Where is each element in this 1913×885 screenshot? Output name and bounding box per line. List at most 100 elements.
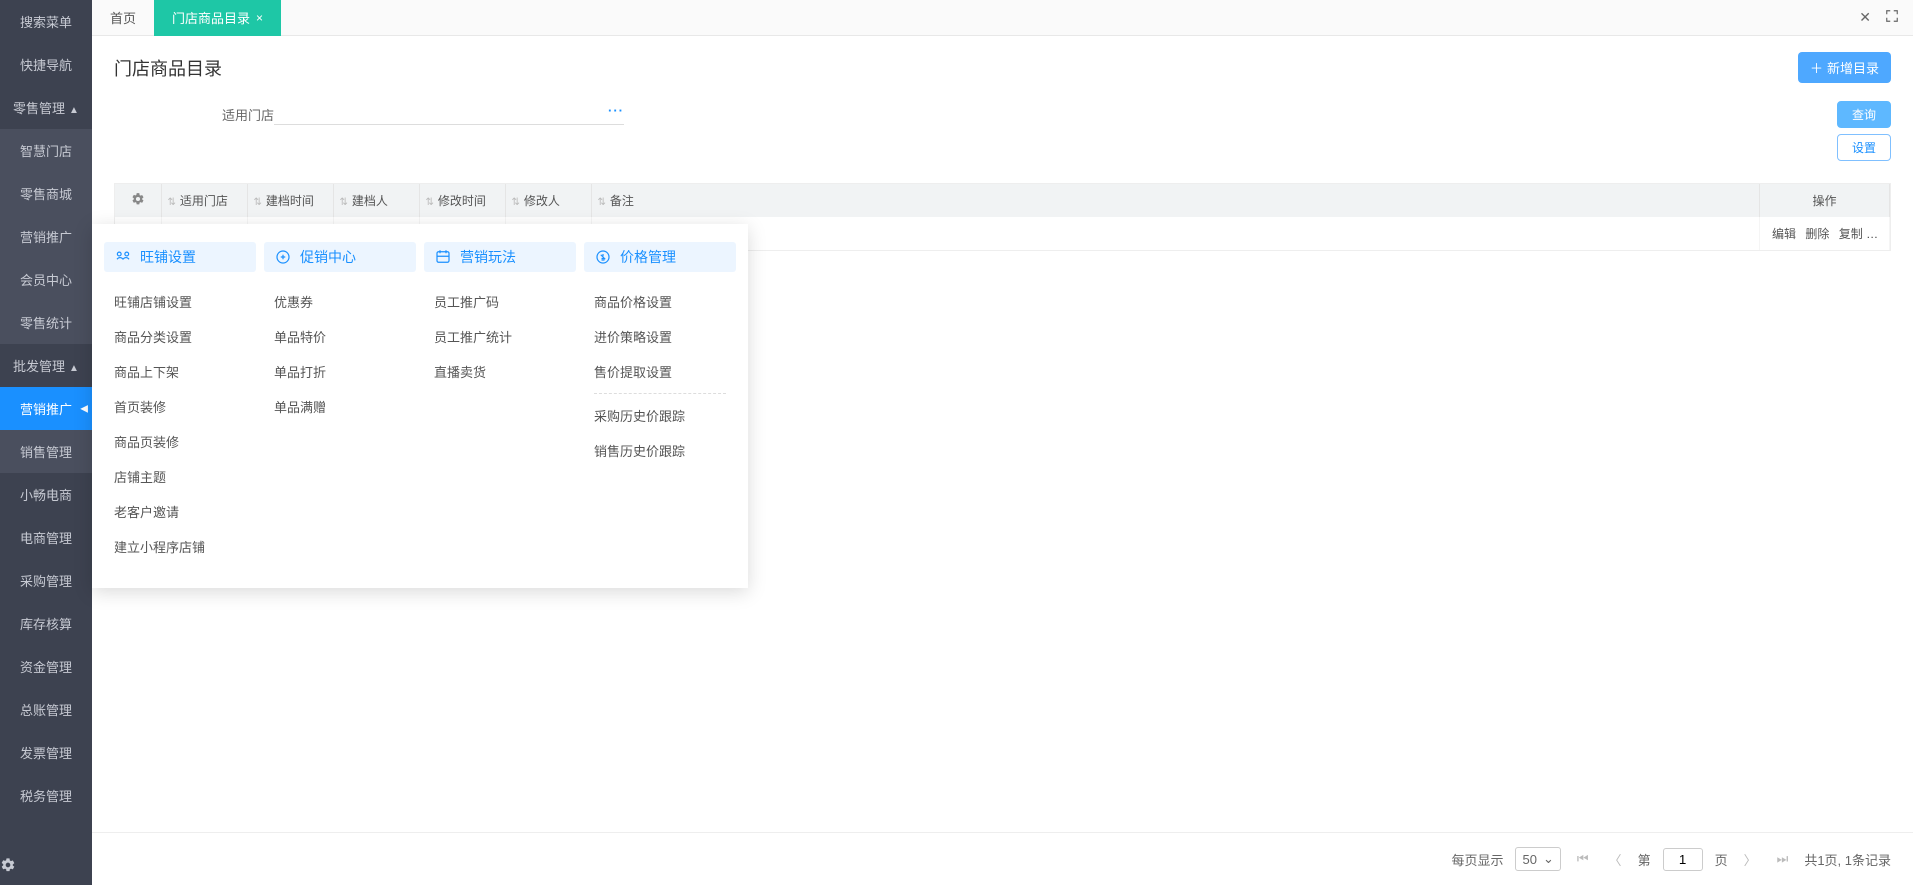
chevron-up-icon: ▲ [69,363,79,374]
mega-item[interactable]: 员工推广码 [424,284,576,319]
mega-item[interactable]: 首页装修 [104,389,256,424]
nav-search-menu[interactable]: 搜索菜单 [0,0,92,43]
menu-divider [594,393,726,394]
gear-icon [131,195,145,209]
nav-retail-stats[interactable]: 零售统计 [0,301,92,344]
settings-button[interactable] [0,845,92,885]
nav-ecommerce-small[interactable]: 小畅电商 [0,473,92,516]
close-tab-window-icon[interactable]: ✕ [1859,9,1871,26]
pagination-bar: 每页显示 50 ⌄ ⏮ 〈 第 页 〉 ⏭ 共1页, 1条记录 [92,832,1913,885]
nav-ecommerce-mgmt[interactable]: 电商管理 [0,516,92,559]
mega-item[interactable]: 售价提取设置 [584,354,736,389]
nav-member-center[interactable]: 会员中心 [0,258,92,301]
nav-wholesale-mgmt[interactable]: 批发管理▲ [0,344,92,387]
action-delete[interactable]: 删除 [1805,227,1829,241]
nav-marketing-wholesale[interactable]: 营销推广◀ [0,387,92,430]
sort-icon[interactable]: ⇅ [598,197,606,208]
mega-item[interactable]: 进价策略设置 [584,319,736,354]
mega-item[interactable]: 建立小程序店铺 [104,529,256,564]
mega-item[interactable]: 商品页装修 [104,424,256,459]
filter-store-input[interactable] [274,101,624,125]
mega-item[interactable]: 员工推广统计 [424,319,576,354]
mega-item[interactable]: 单品特价 [264,319,416,354]
query-button[interactable]: 查询 [1837,101,1891,128]
nav-ledger-mgmt[interactable]: 总账管理 [0,688,92,731]
col-config[interactable] [115,184,161,217]
mega-item[interactable]: 单品满赠 [264,389,416,424]
action-copy[interactable]: 复制 [1839,227,1863,241]
nav-funds-mgmt[interactable]: 资金管理 [0,645,92,688]
mega-item[interactable]: 老客户邀请 [104,494,256,529]
filter-row: 适用门店 ··· 查询 设置 [92,93,1913,175]
page-first-icon[interactable]: ⏮ [1573,851,1593,867]
page-next-icon[interactable]: 〉 [1740,850,1761,869]
mega-item[interactable]: 旺铺店铺设置 [104,284,256,319]
plus-icon: ＋ [1810,58,1823,77]
page-title: 门店商品目录 [114,55,222,81]
marketing-icon [434,248,452,266]
sort-icon[interactable]: ⇅ [168,197,176,208]
nav-tax-mgmt[interactable]: 税务管理 [0,774,92,817]
mega-menu: 旺铺设置 旺铺店铺设置 商品分类设置 商品上下架 首页装修 商品页装修 店铺主题… [92,224,748,588]
page-last-icon[interactable]: ⏭ [1773,851,1793,867]
shop-icon [114,248,132,266]
mega-item[interactable]: 优惠券 [264,284,416,319]
filter-store-label: 适用门店 [114,101,274,124]
promo-icon [274,248,292,266]
fullscreen-icon[interactable] [1885,9,1899,26]
mega-item[interactable]: 直播卖货 [424,354,576,389]
mega-item[interactable]: 单品打折 [264,354,416,389]
tab-store-catalog[interactable]: 门店商品目录 × [154,0,281,36]
close-icon[interactable]: × [256,11,263,25]
tabs-bar: 首页 门店商品目录 × ✕ [92,0,1913,36]
nav-smart-store[interactable]: 智慧门店 [0,129,92,172]
col-remark[interactable]: ⇅备注 [591,184,1760,217]
sidebar: 搜索菜单 快捷导航 零售管理▲ 智慧门店 零售商城 营销推广 会员中心 零售统计… [0,0,92,885]
nav-retail-mgmt[interactable]: 零售管理▲ [0,86,92,129]
nav-purchase-mgmt[interactable]: 采购管理 [0,559,92,602]
sort-icon[interactable]: ⇅ [340,197,348,208]
sort-icon[interactable]: ⇅ [254,197,262,208]
chevron-up-icon: ▲ [69,105,79,116]
col-created-by[interactable]: ⇅建档人 [333,184,419,217]
page-number-input[interactable] [1663,848,1703,871]
gear-icon [0,857,92,873]
col-modified-at[interactable]: ⇅修改时间 [419,184,505,217]
tab-home[interactable]: 首页 [92,0,154,36]
mega-item[interactable]: 采购历史价跟踪 [584,398,736,433]
mega-item[interactable]: 商品价格设置 [584,284,736,319]
setting-button[interactable]: 设置 [1837,134,1891,161]
cell-remark [591,217,1760,250]
nav-marketing-retail[interactable]: 营销推广 [0,215,92,258]
nav-retail-mall[interactable]: 零售商城 [0,172,92,215]
lookup-icon[interactable]: ··· [608,103,624,118]
action-edit[interactable]: 编辑 [1772,227,1796,241]
col-operations: 操作 [1760,184,1890,217]
active-indicator-icon: ◀ [80,403,88,414]
cell-actions: 编辑 删除 复制 查看 [1760,217,1890,250]
col-store[interactable]: ⇅适用门店 [161,184,247,217]
mega-item[interactable]: 销售历史价跟踪 [584,433,736,468]
nav-sales-mgmt[interactable]: 销售管理 [0,430,92,473]
sort-icon[interactable]: ⇅ [426,197,434,208]
mega-item[interactable]: 商品分类设置 [104,319,256,354]
nav-invoice-mgmt[interactable]: 发票管理 [0,731,92,774]
col-modified-by[interactable]: ⇅修改人 [505,184,591,217]
price-icon [594,248,612,266]
mega-item[interactable]: 店铺主题 [104,459,256,494]
add-catalog-button[interactable]: ＋ 新增目录 [1798,52,1891,83]
mega-head-promo-center: 促销中心 [264,242,416,272]
page-prefix: 第 [1638,850,1651,869]
nav-inventory[interactable]: 库存核算 [0,602,92,645]
sort-icon[interactable]: ⇅ [512,197,520,208]
nav-quick-nav[interactable]: 快捷导航 [0,43,92,86]
mega-head-marketing-play: 营销玩法 [424,242,576,272]
page-summary: 共1页, 1条记录 [1804,850,1891,869]
action-view[interactable]: 查看 [1872,227,1889,241]
chevron-down-icon: ⌄ [1543,851,1554,867]
page-suffix: 页 [1715,850,1728,869]
per-page-select[interactable]: 50 ⌄ [1515,847,1560,871]
page-prev-icon[interactable]: 〈 [1605,850,1626,869]
col-created-at[interactable]: ⇅建档时间 [247,184,333,217]
mega-item[interactable]: 商品上下架 [104,354,256,389]
